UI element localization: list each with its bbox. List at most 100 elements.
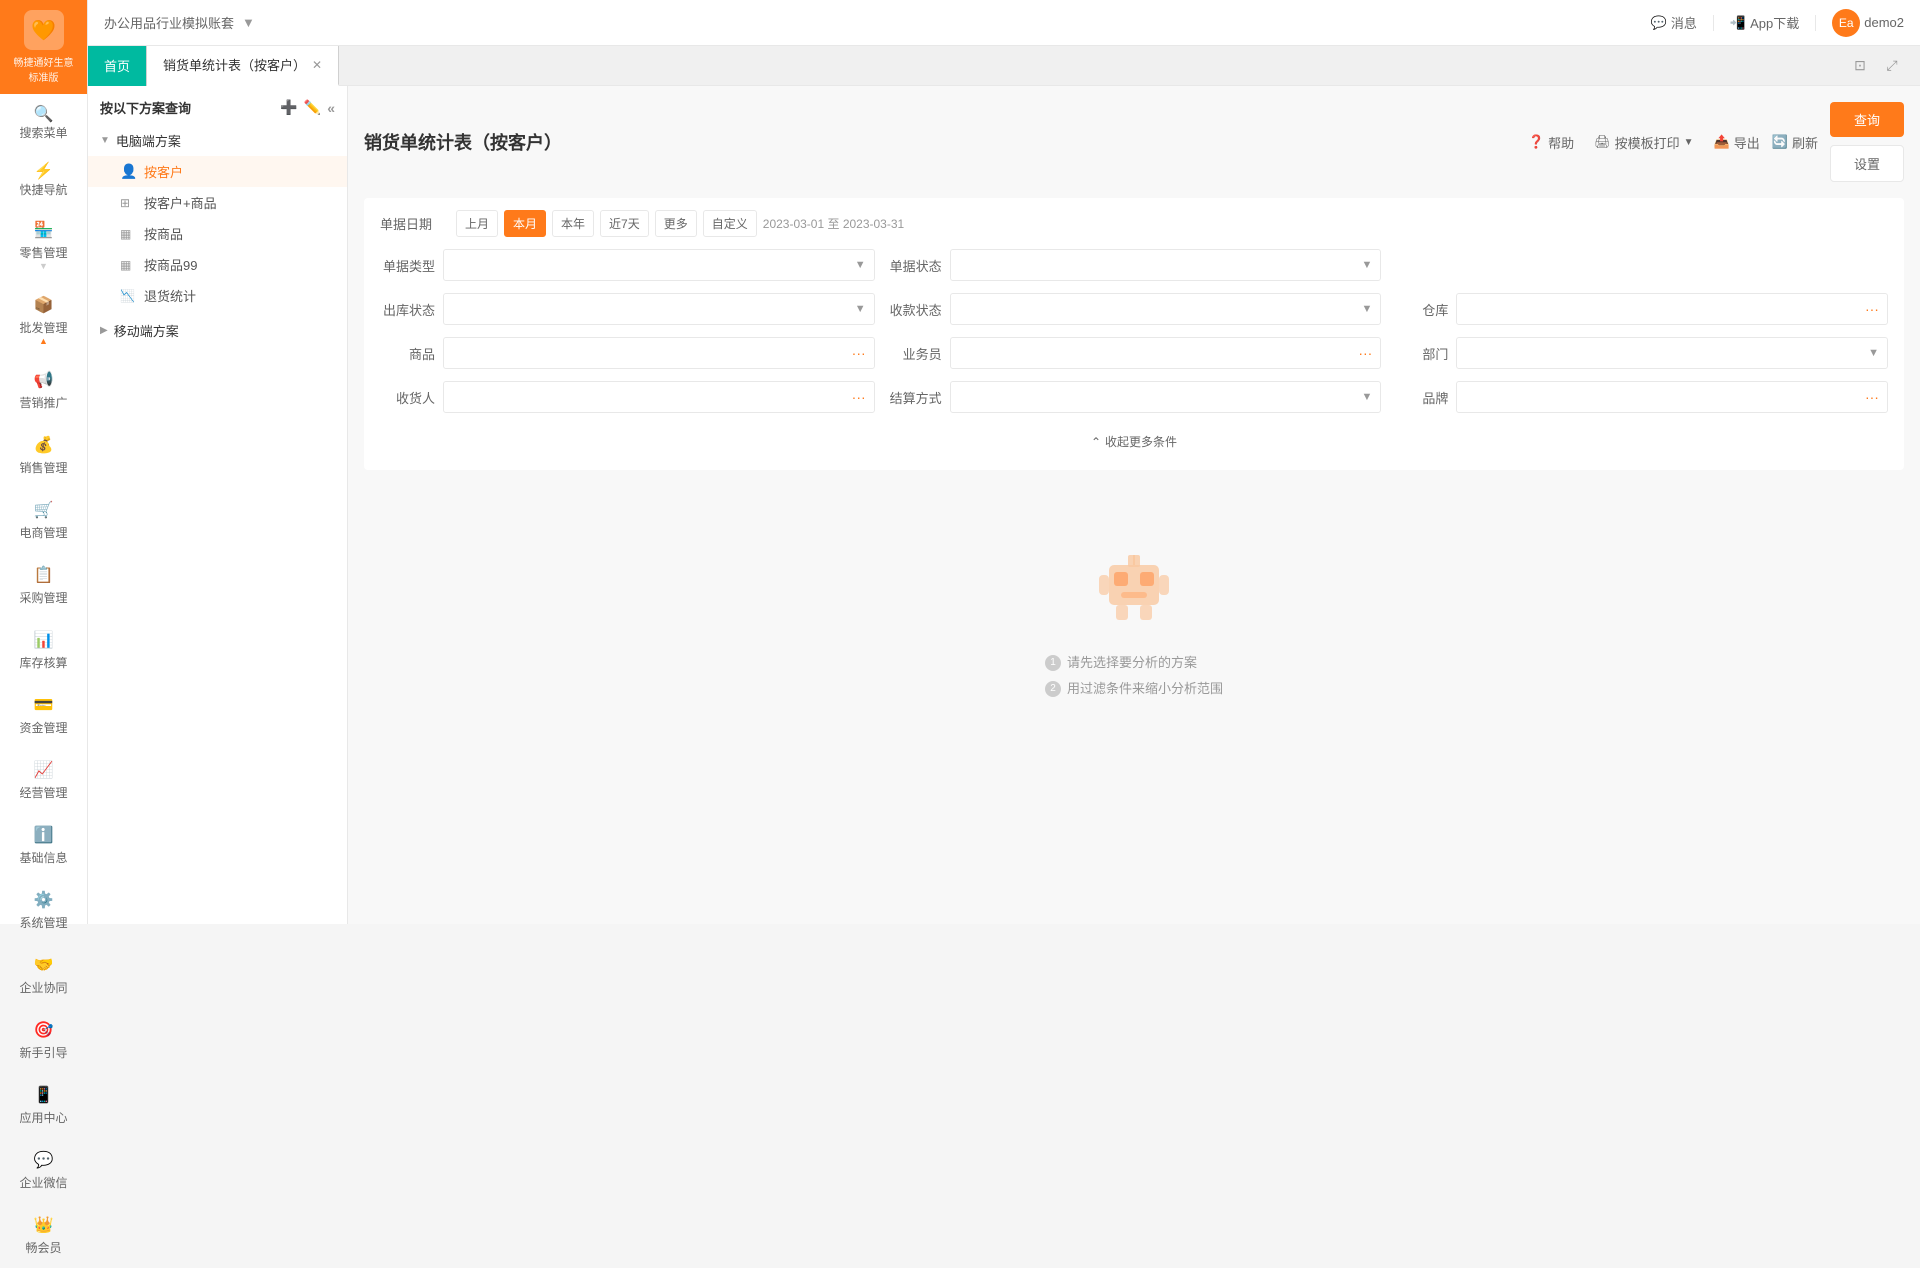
refresh-btn[interactable]: 🔄 刷新 (1772, 133, 1818, 152)
out-status-select[interactable]: ▼ (443, 293, 875, 325)
warehouse-dots-icon[interactable]: ··· (1865, 301, 1879, 317)
sidebar-item-marketing[interactable]: 📢 营销推广 (0, 358, 87, 423)
template-print-btn[interactable]: 🖨 按模板打印 ▼ (1586, 133, 1701, 152)
wechat-icon: 💬 (34, 1150, 54, 1170)
this-year-btn[interactable]: 本年 (552, 210, 594, 237)
mobile-scheme-header[interactable]: ▶ 移动端方案 (88, 315, 347, 346)
product-dots-icon[interactable]: ··· (852, 345, 866, 361)
inventory-icon: 📊 (34, 630, 54, 650)
sidebar-item-newbie[interactable]: 🎯 新手引导 (0, 1008, 87, 1073)
add-scheme-btn[interactable]: ➕ (280, 99, 297, 116)
collapse-panel-btn[interactable]: « (327, 100, 335, 116)
app-download-btn[interactable]: 📲 App下载 (1730, 13, 1799, 32)
product99-icon: ▦ (120, 258, 136, 272)
collapse-filter-btn[interactable]: ⌃ 收起更多条件 (380, 425, 1888, 458)
purchase-icon: 📋 (34, 565, 54, 585)
search-menu[interactable]: 🔍 搜索菜单 (19, 94, 67, 151)
header-left: 办公用品行业模拟账套 ▼ (104, 13, 255, 32)
main-area: 办公用品行业模拟账套 ▼ 💬 消息 📲 App下载 Ea demo2 (88, 0, 1920, 924)
settlement-select[interactable]: ▼ (950, 381, 1382, 413)
sidebar-item-app-center[interactable]: 📱 应用中心 (0, 1073, 87, 1138)
scheme-by-customer[interactable]: 👤 按客户 (88, 156, 347, 187)
filter-receiver: 收货人 ··· (380, 381, 875, 413)
receiver-input[interactable]: ··· (443, 381, 875, 413)
header-right: 💬 消息 📲 App下载 Ea demo2 (1651, 9, 1904, 37)
left-panel-header: 按以下方案查询 ➕ ✏️ « (88, 98, 347, 125)
mobile-expand-arrow-icon: ▶ (100, 325, 108, 336)
tab-restore-btn[interactable]: ⊡ (1848, 54, 1872, 78)
sidebar-item-member[interactable]: 👑 畅会员 (0, 1203, 87, 1268)
last-7-days-btn[interactable]: 近7天 (600, 210, 649, 237)
salesperson-input[interactable]: ··· (950, 337, 1382, 369)
tab-bar: 首页 销货单统计表（按客户） ✕ ⊡ ⤢ (88, 46, 1920, 86)
quick-nav[interactable]: ⚡ 快捷导航 (19, 151, 67, 208)
salesperson-dots-icon[interactable]: ··· (1358, 345, 1372, 361)
header-title: 办公用品行业模拟账套 (104, 13, 234, 32)
scheme-by-product[interactable]: ▦ 按商品 (88, 218, 347, 249)
this-month-btn[interactable]: 本月 (504, 210, 546, 237)
help-btn[interactable]: ❓ 帮助 (1528, 133, 1574, 152)
order-status-select[interactable]: ▼ (950, 249, 1382, 281)
brand-dots-icon[interactable]: ··· (1865, 389, 1879, 405)
download-icon: 📲 (1730, 15, 1746, 31)
receiver-label: 收货人 (380, 388, 435, 407)
department-select[interactable]: ▼ (1456, 337, 1888, 369)
header-dropdown-arrow[interactable]: ▼ (242, 15, 255, 30)
order-type-label: 单据类型 (380, 256, 435, 275)
warehouse-input[interactable]: ··· (1456, 293, 1888, 325)
query-button[interactable]: 查询 (1830, 102, 1904, 137)
page-title-row: 销货单统计表（按客户） ❓ 帮助 🖨 按模板打印 ▼ 📤 导出 (364, 102, 1904, 182)
left-panel: 按以下方案查询 ➕ ✏️ « ▼ 电脑端方案 👤 按客户 ⊞ (88, 86, 348, 924)
order-status-label: 单据状态 (887, 256, 942, 275)
product-icon: ▦ (120, 227, 136, 241)
print-icon: 🖨 (1594, 134, 1611, 150)
sidebar-item-system[interactable]: ⚙️ 系统管理 (0, 878, 87, 943)
edit-scheme-btn[interactable]: ✏️ (304, 99, 321, 116)
logo-icon: 🧡 (24, 10, 64, 50)
sidebar-item-retail[interactable]: 🏪 零售管理 ▼ (0, 208, 87, 283)
tab-maximize-btn[interactable]: ⤢ (1880, 54, 1904, 78)
sidebar-item-cooperation[interactable]: 🤝 企业协同 (0, 943, 87, 1008)
department-arrow-icon: ▼ (1868, 347, 1879, 359)
pc-scheme-header[interactable]: ▼ 电脑端方案 (88, 125, 347, 156)
filter-settlement: 结算方式 ▼ (887, 381, 1382, 413)
basic-icon: ℹ️ (34, 825, 54, 845)
sidebar-item-wholesale[interactable]: 📦 批发管理 ▲ (0, 283, 87, 358)
scheme-return-stat[interactable]: 📉 退货统计 (88, 280, 347, 311)
newbie-icon: 🎯 (34, 1020, 54, 1040)
export-btn[interactable]: 📤 导出 (1714, 133, 1760, 152)
settings-button[interactable]: 设置 (1830, 145, 1904, 182)
sidebar-item-inventory[interactable]: 📊 库存核算 (0, 618, 87, 683)
scheme-product-99[interactable]: ▦ 按商品99 (88, 249, 347, 280)
messages-btn[interactable]: 💬 消息 (1651, 13, 1697, 32)
receiver-dots-icon[interactable]: ··· (852, 389, 866, 405)
custom-btn[interactable]: 自定义 (703, 210, 757, 237)
refresh-icon: 🔄 (1772, 134, 1788, 150)
sidebar-item-wechat[interactable]: 💬 企业微信 (0, 1138, 87, 1203)
cooperation-icon: 🤝 (34, 955, 54, 975)
tab-sales-stat[interactable]: 销货单统计表（按客户） ✕ (147, 46, 339, 86)
more-btn[interactable]: 更多 (655, 210, 697, 237)
sidebar-item-ecommerce[interactable]: 🛒 电商管理 (0, 488, 87, 553)
pc-scheme-label: 电脑端方案 (116, 131, 181, 150)
sales-stat-tab-label: 销货单统计表（按客户） (163, 55, 306, 74)
filter-order-status: 单据状态 ▼ (887, 249, 1382, 281)
brand-input[interactable]: ··· (1456, 381, 1888, 413)
user-menu[interactable]: Ea demo2 (1832, 9, 1904, 37)
receive-status-label: 收款状态 (887, 300, 942, 319)
sidebar-item-basic[interactable]: ℹ️ 基础信息 (0, 813, 87, 878)
sidebar-item-operations[interactable]: 📈 经营管理 (0, 748, 87, 813)
last-month-btn[interactable]: 上月 (456, 210, 498, 237)
wholesale-icon: 📦 (34, 295, 54, 315)
scheme-customer-product[interactable]: ⊞ 按客户+商品 (88, 187, 347, 218)
sidebar-item-purchase[interactable]: 📋 采购管理 (0, 553, 87, 618)
sidebar-item-finance[interactable]: 💳 资金管理 (0, 683, 87, 748)
order-type-select[interactable]: ▼ (443, 249, 875, 281)
tab-close-btn[interactable]: ✕ (312, 58, 322, 72)
product-input[interactable]: ··· (443, 337, 875, 369)
tab-home[interactable]: 首页 (88, 46, 147, 86)
sidebar-item-sales[interactable]: 💰 销售管理 (0, 423, 87, 488)
app-edition: 标准版 (29, 69, 59, 84)
receive-status-select[interactable]: ▼ (950, 293, 1382, 325)
empty-tip-1: 1 请先选择要分析的方案 (1045, 650, 1223, 676)
